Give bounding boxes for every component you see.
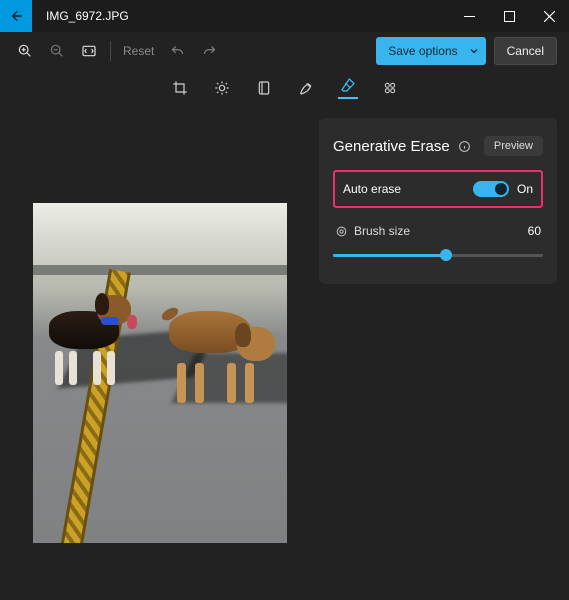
tab-markup[interactable] (296, 80, 316, 96)
info-icon[interactable] (458, 140, 471, 153)
zoom-in-icon (17, 43, 33, 59)
maximize-button[interactable] (489, 0, 529, 32)
image-preview[interactable] (33, 203, 287, 543)
back-arrow-icon (9, 9, 23, 23)
back-button[interactable] (0, 0, 32, 32)
zoom-in-button[interactable] (12, 38, 38, 64)
toolbar-separator (110, 41, 111, 61)
save-options-button[interactable]: Save options (376, 37, 485, 65)
title-bar: IMG_6972.JPG (0, 0, 569, 32)
redo-icon (202, 44, 217, 59)
filter-icon (256, 80, 272, 96)
tab-adjust[interactable] (212, 80, 232, 96)
brush-size-label: Brush size (354, 224, 410, 238)
brightness-icon (214, 80, 230, 96)
tab-filter[interactable] (254, 80, 274, 96)
fit-screen-icon (81, 43, 97, 59)
file-title: IMG_6972.JPG (32, 9, 129, 23)
toolbar: Reset Save options Cancel (0, 32, 569, 70)
crop-icon (172, 80, 188, 96)
brush-size-row: Brush size 60 (333, 224, 543, 238)
zoom-out-icon (49, 43, 65, 59)
close-icon (544, 11, 555, 22)
auto-erase-state: On (517, 182, 533, 196)
undo-button[interactable] (164, 38, 190, 64)
tab-background[interactable] (380, 80, 400, 96)
main-area: Generative Erase Preview Auto erase On B… (0, 106, 569, 600)
erase-icon (340, 77, 356, 93)
minimize-icon (464, 11, 475, 22)
edit-tools-tabs (0, 70, 569, 106)
fit-screen-button[interactable] (76, 38, 102, 64)
maximize-icon (504, 11, 515, 22)
minimize-button[interactable] (449, 0, 489, 32)
generative-erase-panel: Generative Erase Preview Auto erase On B… (319, 118, 557, 284)
chevron-down-icon (468, 45, 480, 57)
background-blur-icon (382, 80, 398, 96)
panel-title: Generative Erase (333, 138, 450, 155)
save-options-label: Save options (388, 44, 457, 58)
tab-erase[interactable] (338, 77, 358, 99)
slider-thumb[interactable] (440, 249, 452, 261)
close-button[interactable] (529, 0, 569, 32)
canvas-area[interactable] (0, 106, 319, 600)
undo-icon (170, 44, 185, 59)
tab-crop[interactable] (170, 80, 190, 96)
markup-icon (298, 80, 314, 96)
auto-erase-label: Auto erase (343, 182, 401, 196)
auto-erase-row: Auto erase On (333, 170, 543, 208)
photo-subject-dog-left (39, 291, 135, 379)
target-icon (335, 225, 348, 238)
auto-erase-toggle[interactable] (473, 181, 509, 197)
cancel-button[interactable]: Cancel (494, 37, 557, 65)
reset-button[interactable]: Reset (119, 44, 158, 58)
brush-size-value: 60 (528, 224, 541, 238)
zoom-out-button[interactable] (44, 38, 70, 64)
brush-size-slider[interactable] (333, 248, 543, 264)
preview-button[interactable]: Preview (484, 136, 543, 156)
photo-subject-dog-right (169, 291, 279, 401)
redo-button[interactable] (196, 38, 222, 64)
